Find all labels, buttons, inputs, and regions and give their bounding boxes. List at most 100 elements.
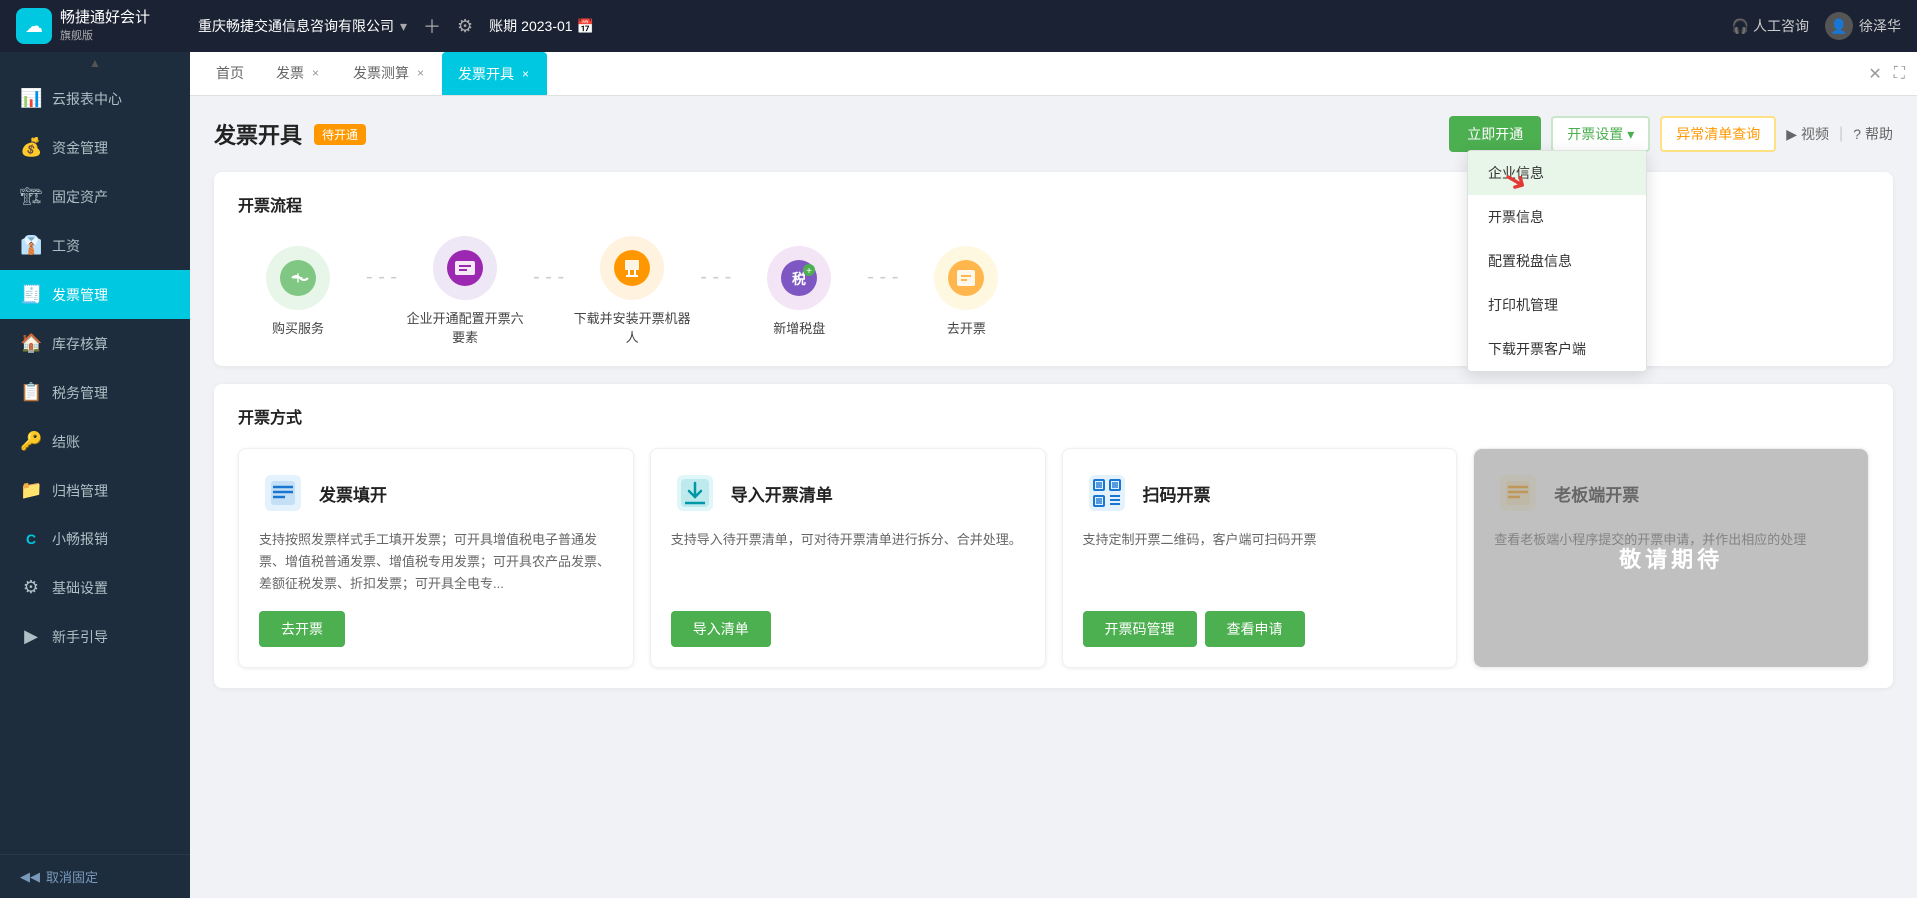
flow-arrow-4: - - - — [867, 266, 898, 289]
sidebar-item-tax[interactable]: 📋 税务管理 — [0, 368, 190, 417]
import-list-button[interactable]: 导入清单 — [671, 611, 771, 647]
tax-icon: 📋 — [20, 382, 42, 403]
archive-icon: 📁 — [20, 480, 42, 501]
dropdown-item-client[interactable]: 下载开票客户端 — [1468, 327, 1646, 371]
add-tab-button[interactable]: ＋ — [419, 9, 445, 43]
sidebar-item-expense[interactable]: C 小畅报销 — [0, 515, 190, 563]
flow-step-5-label: 去开票 — [947, 318, 986, 337]
sidebar-label-fund: 资金管理 — [52, 138, 108, 158]
support-button[interactable]: 🎧 人工咨询 — [1732, 16, 1809, 36]
flow-step-2: 企业开通配置开票六要素 — [405, 236, 525, 346]
sidebar-item-inventory[interactable]: 🏠 库存核算 — [0, 319, 190, 368]
flow-arrow-1: - - - — [366, 266, 397, 289]
sidebar-label-settings: 基础设置 — [52, 578, 108, 598]
method-cards: 发票填开 支持按照发票样式手工填开发票；可开具增值税电子普通发票、增值税普通发票… — [238, 448, 1869, 668]
guide-icon: ▶ — [20, 626, 42, 647]
import-invoice-desc: 支持导入待开票清单，可对待开票清单进行拆分、合并处理。 — [671, 529, 1025, 595]
sidebar-item-fund[interactable]: 💰 资金管理 — [0, 123, 190, 172]
invoice-methods-title: 开票方式 — [238, 404, 1869, 428]
sidebar-item-salary[interactable]: 👔 工资 — [0, 221, 190, 270]
user-name: 徐泽华 — [1859, 16, 1901, 36]
invoice-settings-button[interactable]: 开票设置 ▾ — [1551, 116, 1650, 152]
tab-bar-right: ✕ ⛶ — [1864, 52, 1917, 95]
fill-invoice-go-button[interactable]: 去开票 — [259, 611, 345, 647]
method-card-import-header: 导入开票清单 — [671, 469, 1025, 517]
scan-invoice-desc: 支持定制开票二维码，客户端可扫码开票 — [1083, 529, 1437, 595]
flow-step-1: + 购买服务 — [238, 246, 358, 337]
expand-panel-button[interactable]: ⛶ — [1890, 61, 1909, 87]
sidebar-item-settings[interactable]: ⚙ 基础设置 — [0, 563, 190, 612]
play-icon: ▶ — [1786, 126, 1797, 143]
company-name: 重庆畅捷交通信息咨询有限公司 — [198, 16, 394, 36]
sidebar-label-salary: 工资 — [52, 236, 80, 256]
tab-invoice-calc-close[interactable]: × — [415, 64, 426, 82]
sidebar-item-invoice[interactable]: 🧾 发票管理 — [0, 270, 190, 319]
tab-home[interactable]: 首页 — [200, 52, 260, 95]
tab-invoice[interactable]: 发票 × — [260, 52, 337, 95]
tab-invoice-issue-close[interactable]: × — [520, 65, 531, 83]
avatar: 👤 — [1825, 12, 1853, 40]
sidebar-label-cloud-report: 云报表中心 — [52, 89, 122, 109]
settings-icon[interactable]: ⚙ — [453, 12, 477, 41]
cancel-pin-button[interactable]: ◀◀ 取消固定 — [0, 854, 190, 898]
page-title-actions: 立即开通 开票设置 ▾ 异常清单查询 ▶ 视频 | — [1449, 116, 1893, 152]
cancel-pin-label: 取消固定 — [46, 867, 98, 886]
tab-invoice-close[interactable]: × — [310, 64, 321, 82]
dropdown-item-tax-disk[interactable]: 配置税盘信息 — [1468, 239, 1646, 283]
tab-invoice-issue[interactable]: 发票开具 × — [442, 52, 547, 95]
cloud-report-icon: 📊 — [20, 88, 42, 109]
dropdown-item-invoice-info[interactable]: 开票信息 — [1468, 195, 1646, 239]
logo-text: 畅捷通好会计 — [60, 9, 150, 27]
flow-step-2-label: 企业开通配置开票六要素 — [405, 308, 525, 346]
flow-step-4-label: 新增税盘 — [773, 318, 825, 337]
fill-invoice-desc: 支持按照发票样式手工填开发票；可开具增值税电子普通发票、增值税普通发票、增值税专… — [259, 529, 613, 595]
dropdown-item-printer[interactable]: 打印机管理 — [1468, 283, 1646, 327]
sidebar: ▲ 📊 云报表中心 💰 资金管理 🏗 固定资产 👔 工资 🧾 发票管理 🏠 库存… — [0, 52, 190, 898]
support-label: 人工咨询 — [1753, 16, 1809, 36]
status-badge: 待开通 — [314, 124, 366, 145]
sidebar-label-guide: 新手引导 — [52, 627, 108, 647]
sidebar-item-fixed-asset[interactable]: 🏗 固定资产 — [0, 172, 190, 221]
tab-invoice-issue-label: 发票开具 — [458, 64, 514, 84]
view-application-button[interactable]: 查看申请 — [1205, 611, 1305, 647]
inventory-icon: 🏠 — [20, 333, 42, 354]
method-card-boss: 老板端开票 查看老板端小程序提交的开票申请，并作出相应的处理 敬请期待 — [1473, 448, 1869, 668]
exception-list-button[interactable]: 异常清单查询 — [1660, 116, 1776, 152]
sidebar-label-invoice: 发票管理 — [52, 285, 108, 305]
import-invoice-btn-area: 导入清单 — [671, 611, 771, 647]
scan-invoice-icon — [1083, 469, 1131, 517]
close-panel-button[interactable]: ✕ — [1864, 60, 1885, 88]
settings-dropdown-menu: 企业信息 开票信息 配置税盘信息 打印机管理 下载开票客户端 — [1467, 150, 1647, 372]
dropdown-chevron-icon: ▾ — [400, 18, 407, 35]
company-selector[interactable]: 重庆畅捷交通信息咨询有限公司 ▾ — [198, 16, 407, 36]
tab-invoice-label: 发票 — [276, 63, 304, 83]
user-area[interactable]: 👤 徐泽华 — [1825, 12, 1901, 40]
sidebar-scroll-up[interactable]: ▲ — [0, 52, 190, 74]
svg-text:+: + — [293, 268, 304, 288]
salary-icon: 👔 — [20, 235, 42, 256]
main-content: 首页 发票 × 发票测算 × 发票开具 × ✕ ⛶ 发票开具 — [190, 52, 1917, 898]
qrcode-manage-button[interactable]: 开票码管理 — [1083, 611, 1197, 647]
calendar-icon[interactable]: 📅 — [577, 18, 594, 35]
checkout-icon: 🔑 — [20, 431, 42, 452]
sidebar-item-guide[interactable]: ▶ 新手引导 — [0, 612, 190, 661]
tab-invoice-calc[interactable]: 发票测算 × — [337, 52, 442, 95]
scan-invoice-btn-area: 开票码管理 查看申请 — [1083, 611, 1305, 647]
sidebar-item-cloud-report[interactable]: 📊 云报表中心 — [0, 74, 190, 123]
help-label: 帮助 — [1865, 124, 1893, 144]
sidebar-label-inventory: 库存核算 — [52, 334, 108, 354]
flow-step-1-label: 购买服务 — [272, 318, 324, 337]
headset-icon: 🎧 — [1732, 18, 1749, 35]
video-button[interactable]: ▶ 视频 — [1786, 124, 1829, 144]
top-bar: ☁ 畅捷通好会计 旗舰版 重庆畅捷交通信息咨询有限公司 ▾ ＋ ⚙ 账期 202… — [0, 0, 1917, 52]
sidebar-label-fixed-asset: 固定资产 — [52, 187, 108, 207]
activate-button[interactable]: 立即开通 — [1449, 116, 1541, 152]
fill-invoice-icon — [259, 469, 307, 517]
sidebar-item-archive[interactable]: 📁 归档管理 — [0, 466, 190, 515]
sidebar-item-checkout[interactable]: 🔑 结账 — [0, 417, 190, 466]
dropdown-item-company-info[interactable]: 企业信息 — [1468, 151, 1646, 195]
period-value: 2023-01 — [521, 18, 572, 34]
method-card-fill: 发票填开 支持按照发票样式手工填开发票；可开具增值税电子普通发票、增值税普通发票… — [238, 448, 634, 668]
sidebar-label-tax: 税务管理 — [52, 383, 108, 403]
help-button[interactable]: ? 帮助 — [1853, 124, 1893, 144]
